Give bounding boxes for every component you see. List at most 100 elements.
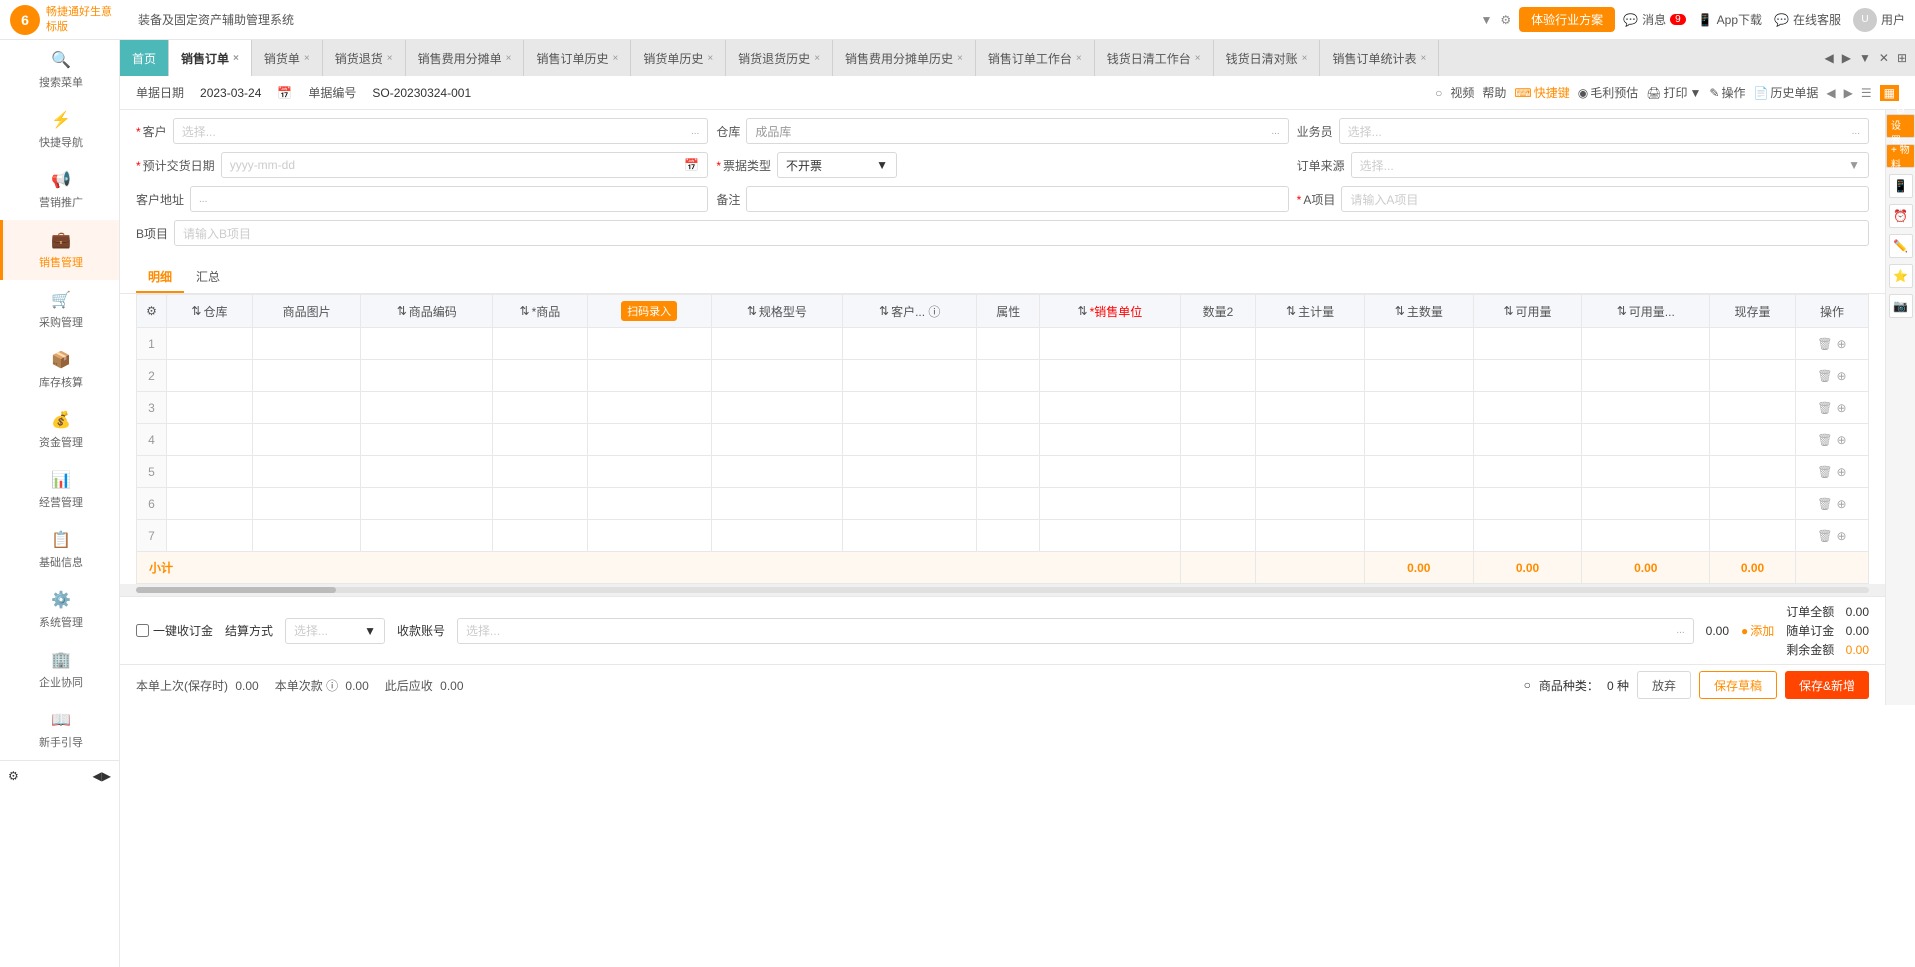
row-customer-code[interactable]	[843, 456, 977, 488]
tab-sales-order[interactable]: 销售订单 ×	[169, 40, 252, 76]
list-view-button[interactable]: ☰	[1861, 86, 1872, 100]
th-customer-code[interactable]: ⇅客户... ⓘ	[843, 295, 977, 328]
current-order-badge[interactable]: ⓘ	[326, 679, 338, 693]
b-project-input[interactable]: 请输入B项目	[174, 220, 1869, 246]
th-spec[interactable]: ⇅规格型号	[711, 295, 843, 328]
tab-sales-order-summary-close[interactable]: ×	[1420, 53, 1426, 64]
customer-address-more-icon[interactable]: ...	[199, 194, 207, 205]
row-product-code[interactable]	[361, 520, 493, 552]
salesperson-input[interactable]: 选择... ...	[1339, 118, 1869, 144]
settings-icon[interactable]: ⚙	[1500, 13, 1511, 27]
tab-sales-return[interactable]: 销货单 ×	[252, 40, 323, 76]
row-sales-unit[interactable]	[1040, 328, 1180, 360]
row-copy-icon[interactable]: ⊕	[1837, 497, 1847, 511]
next-record-button[interactable]: ▶	[1844, 86, 1853, 100]
row-spec[interactable]	[711, 360, 843, 392]
row-delete-icon[interactable]: 🗑	[1817, 337, 1832, 351]
right-panel-icon-3[interactable]: ✏️	[1889, 234, 1913, 258]
tab-close-all-button[interactable]: ✕	[1875, 49, 1893, 67]
remark-input[interactable]	[746, 186, 1288, 212]
th-available2[interactable]: ⇅可用量...	[1582, 295, 1710, 328]
row-spec[interactable]	[711, 488, 843, 520]
row-warehouse[interactable]	[167, 328, 253, 360]
invoice-type-select[interactable]: 不开票 ▼	[777, 152, 897, 178]
tab-cash-daily-reconcile[interactable]: 钱货日清对账 ×	[1214, 40, 1321, 76]
sidebar-item-finance[interactable]: 💰 资金管理	[0, 400, 119, 460]
row-sales-unit[interactable]	[1040, 424, 1180, 456]
receipt-account-input[interactable]: 选择... ...	[457, 618, 1694, 644]
row-product-code[interactable]	[361, 328, 493, 360]
scroll-thumb[interactable]	[136, 587, 336, 593]
th-sales-unit[interactable]: ⇅*销售单位	[1040, 295, 1180, 328]
row-sales-unit[interactable]	[1040, 392, 1180, 424]
industry-solution-button[interactable]: 体验行业方案	[1519, 7, 1615, 32]
tab-sales-return-goods-history[interactable]: 销货退货历史 ×	[726, 40, 833, 76]
row-main-quantity[interactable]	[1364, 328, 1473, 360]
th-main-unit[interactable]: ⇅主计量	[1256, 295, 1365, 328]
row-spec[interactable]	[711, 520, 843, 552]
right-panel-icon-5[interactable]: 📷	[1889, 294, 1913, 318]
tab-sales-order-summary[interactable]: 销售订单统计表 ×	[1320, 40, 1439, 76]
row-spec[interactable]	[711, 392, 843, 424]
row-main-quantity[interactable]	[1364, 360, 1473, 392]
row-main-quantity[interactable]	[1364, 520, 1473, 552]
right-panel-add-material-button[interactable]: + 物料	[1886, 144, 1915, 168]
tab-sales-return-close[interactable]: ×	[304, 53, 310, 64]
sidebar-item-system[interactable]: ⚙️ 系统管理	[0, 580, 119, 640]
right-panel-settings-button[interactable]: ⚙ 设置	[1886, 114, 1915, 138]
row-main-quantity[interactable]	[1364, 424, 1473, 456]
discard-button[interactable]: 放弃	[1637, 671, 1691, 699]
payment-method-select[interactable]: 选择... ▼	[285, 618, 385, 644]
user-button[interactable]: U 用户	[1853, 8, 1905, 32]
row-product[interactable]	[493, 392, 588, 424]
save-draft-button[interactable]: 保存草稿	[1699, 671, 1777, 699]
row-delete-icon[interactable]: 🗑	[1817, 401, 1832, 415]
customer-more-icon[interactable]: ...	[691, 126, 699, 137]
tab-cash-daily-workbench[interactable]: 钱货日清工作台 ×	[1095, 40, 1214, 76]
row-main-quantity[interactable]	[1364, 456, 1473, 488]
dropdown-icon[interactable]: ▼	[1481, 13, 1493, 27]
row-customer-code[interactable]	[843, 328, 977, 360]
tab-summary[interactable]: 汇总	[184, 262, 232, 293]
calendar2-icon[interactable]: 📅	[684, 158, 699, 172]
row-copy-icon[interactable]: ⊕	[1837, 401, 1847, 415]
row-quantity2[interactable]	[1180, 360, 1256, 392]
tab-cash-daily-workbench-close[interactable]: ×	[1195, 53, 1201, 64]
delivery-date-input[interactable]: yyyy-mm-dd 📅	[221, 152, 709, 178]
tab-sales-return-history[interactable]: 销货单历史 ×	[631, 40, 726, 76]
tab-home[interactable]: 首页	[120, 40, 169, 76]
tab-sales-order-close[interactable]: ×	[233, 53, 239, 64]
sidebar-item-quick[interactable]: ⚡ 快捷导航	[0, 100, 119, 160]
message-button[interactable]: 💬 消息 9	[1623, 11, 1686, 28]
card-view-button[interactable]: ▦	[1880, 85, 1899, 101]
view-button[interactable]: 视频	[1450, 84, 1474, 101]
row-sales-unit[interactable]	[1040, 456, 1180, 488]
row-quantity2[interactable]	[1180, 520, 1256, 552]
tab-prev-button[interactable]: ◀	[1821, 49, 1838, 67]
add-button[interactable]: ● 添加	[1741, 622, 1774, 639]
row-product[interactable]	[493, 424, 588, 456]
tab-cash-daily-reconcile-close[interactable]: ×	[1302, 53, 1308, 64]
tab-sales-fee-split-close[interactable]: ×	[506, 53, 512, 64]
scan-button[interactable]: 扫码录入	[621, 301, 677, 321]
right-panel-icon-2[interactable]: ⏰	[1889, 204, 1913, 228]
row-quantity2[interactable]	[1180, 488, 1256, 520]
scroll-track[interactable]	[136, 587, 1869, 593]
row-quantity2[interactable]	[1180, 424, 1256, 456]
row-sales-unit[interactable]	[1040, 520, 1180, 552]
tab-sales-order-workbench[interactable]: 销售订单工作台 ×	[976, 40, 1095, 76]
th-main-quantity[interactable]: ⇅主数量	[1364, 295, 1473, 328]
print-button[interactable]: 🖨 打印 ▼	[1646, 84, 1701, 101]
sidebar-item-basic[interactable]: 📋 基础信息	[0, 520, 119, 580]
row-warehouse[interactable]	[167, 520, 253, 552]
tab-next-button[interactable]: ▶	[1838, 49, 1855, 67]
customer-address-input[interactable]: ...	[190, 186, 708, 212]
row-quantity2[interactable]	[1180, 392, 1256, 424]
salesperson-more-icon[interactable]: ...	[1852, 126, 1860, 137]
row-quantity2[interactable]	[1180, 456, 1256, 488]
row-copy-icon[interactable]: ⊕	[1837, 529, 1847, 543]
row-customer-code[interactable]	[843, 520, 977, 552]
print-dropdown-icon[interactable]: ▼	[1689, 86, 1701, 100]
tab-sales-fee-split-history-close[interactable]: ×	[957, 53, 963, 64]
calendar-icon[interactable]: 📅	[277, 86, 292, 100]
